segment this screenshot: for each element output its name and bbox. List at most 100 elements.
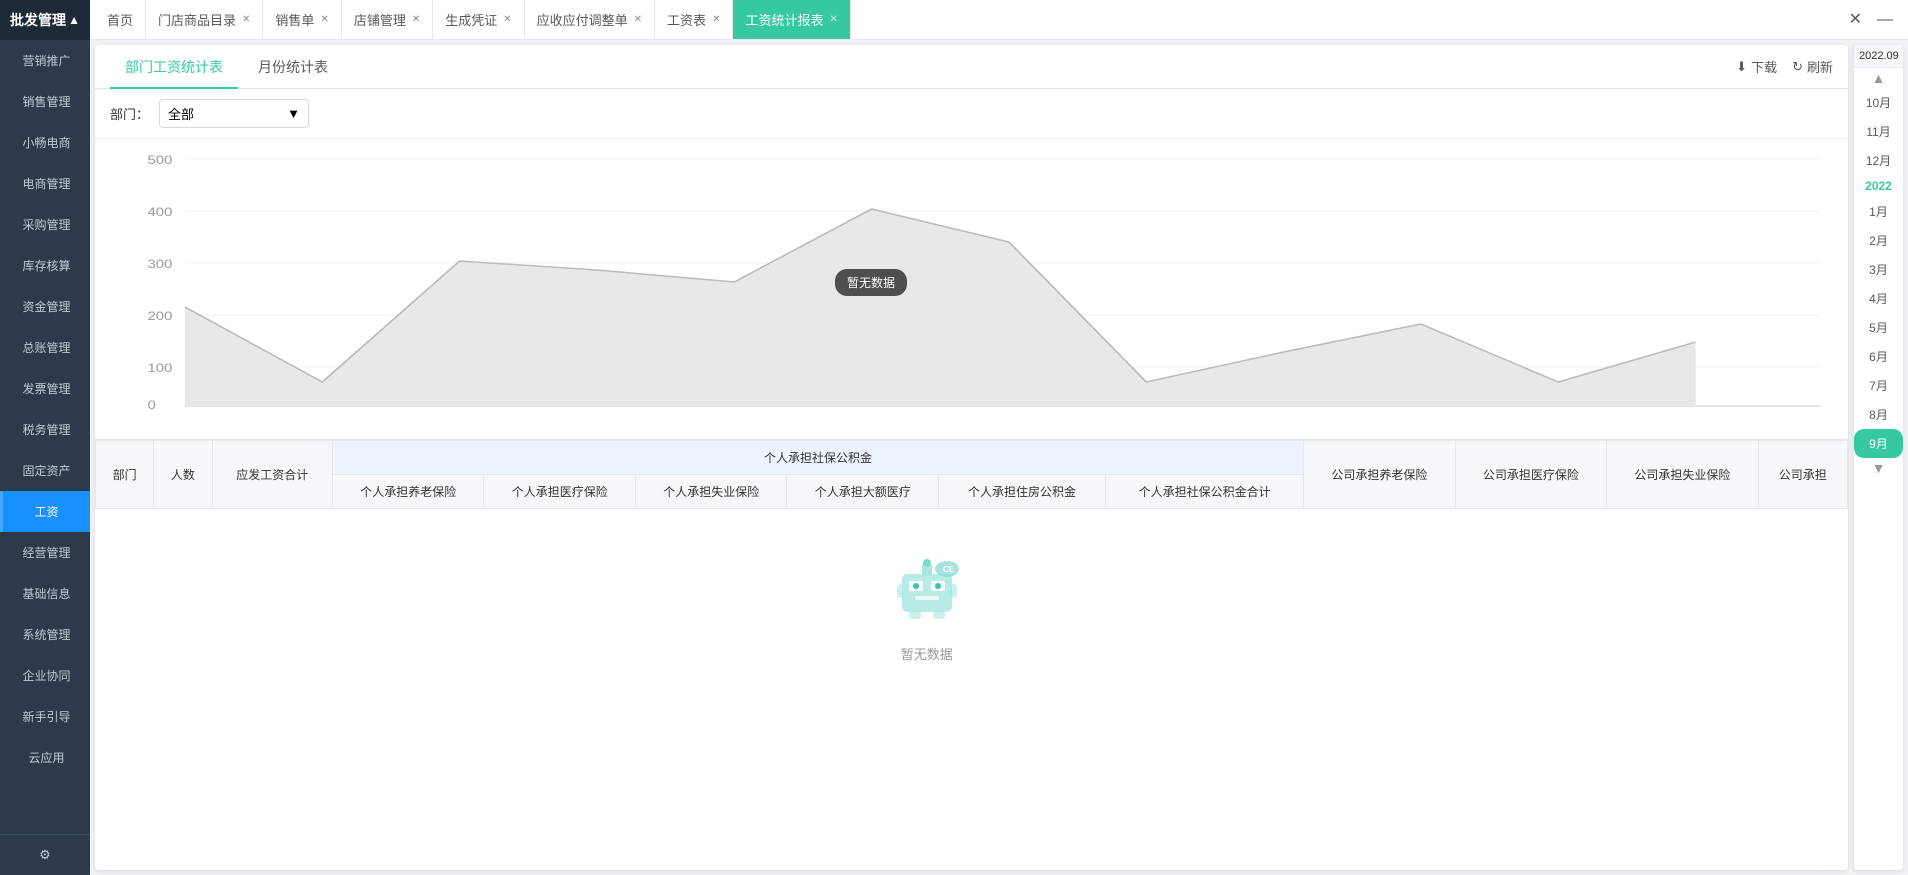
sidebar-item-salary[interactable]: 工资 (0, 491, 90, 532)
tab-salary-report[interactable]: 工资统计报表 ✕ (733, 0, 850, 40)
tab-dept-stat[interactable]: 部门工资统计表 (110, 45, 238, 89)
tab-controls: ✕ — (1844, 10, 1903, 30)
svg-text:300: 300 (147, 257, 172, 270)
month-aug[interactable]: 8月 (1854, 400, 1903, 429)
tab-sales-bill[interactable]: 销售单 ✕ (263, 0, 341, 40)
close-catalog-tab[interactable]: ✕ (242, 14, 250, 25)
sidebar-item-business[interactable]: 经营管理 (0, 532, 90, 573)
sidebar-item-ecommerce-small[interactable]: 小畅电商 (0, 122, 90, 163)
refresh-button[interactable]: ↻ 刷新 (1792, 57, 1833, 76)
month-sep[interactable]: 9月 (1854, 429, 1903, 458)
toolbar: 部门： 全部 ▼ (95, 89, 1848, 139)
close-shop-tab[interactable]: ✕ (412, 14, 420, 25)
main-panel: 部门工资统计表 月份统计表 ⬇ 下载 ↻ 刷新 (95, 45, 1848, 870)
tab-receivable[interactable]: 应收应付调整单 ✕ (525, 0, 655, 40)
chevron-down-icon: ▼ (287, 106, 300, 121)
col-dept: 部门 (96, 441, 154, 509)
month-selector-header: 2022.09 (1854, 45, 1903, 68)
col-personal-insurance-group: 个人承担社保公积金 (332, 441, 1303, 475)
month-feb[interactable]: 2月 (1854, 226, 1903, 255)
close-all-tabs-button[interactable]: ✕ (1844, 10, 1867, 30)
sidebar-item-cloud[interactable]: 云应用 (0, 737, 90, 778)
content-area: 部门工资统计表 月份统计表 ⬇ 下载 ↻ 刷新 (90, 40, 1908, 875)
month-nav-down[interactable]: ▼ (1869, 458, 1889, 478)
svg-text:0: 0 (147, 398, 156, 411)
close-salary-report-tab[interactable]: ✕ (829, 14, 837, 25)
sidebar-collapse-icon[interactable]: ▲ (68, 13, 80, 27)
month-selector: 2022.09 ▲ 10月 11月 12月 2022 1月 2月 3月 (1853, 45, 1903, 870)
sidebar-item-tax[interactable]: 税务管理 (0, 409, 90, 450)
month-jan[interactable]: 1月 (1854, 197, 1903, 226)
no-data-text: 暂无数据 (901, 644, 953, 663)
col-personal-housing-fund: 个人承担住房公积金 (938, 475, 1105, 509)
month-may[interactable]: 5月 (1854, 313, 1903, 342)
svg-text:400: 400 (147, 205, 172, 218)
tab-home[interactable]: 首页 (95, 0, 146, 40)
sidebar-item-coop[interactable]: 企业协同 (0, 655, 90, 696)
col-personal-medical: 个人承担医疗保险 (484, 475, 636, 509)
dept-select-value: 全部 (168, 104, 194, 123)
download-icon: ⬇ (1736, 59, 1747, 75)
sidebar-header: 批发管理 ▲ (0, 0, 90, 40)
month-oct[interactable]: 10月 (1854, 88, 1903, 117)
dept-select[interactable]: 全部 ▼ (159, 99, 309, 128)
col-company-pension: 公司承担养老保险 (1304, 441, 1456, 509)
sidebar-item-assets[interactable]: 固定资产 (0, 450, 90, 491)
svg-text:200: 200 (147, 309, 172, 322)
sidebar-item-ecommerce[interactable]: 电商管理 (0, 163, 90, 204)
tab-production[interactable]: 生成凭证 ✕ (433, 0, 524, 40)
month-mar[interactable]: 3月 (1854, 255, 1903, 284)
main-content: 首页 门店商品目录 ✕ 销售单 ✕ 店铺管理 ✕ 生成凭证 ✕ 应收应付调整单 … (90, 0, 1908, 875)
svg-text:CE: CE (943, 565, 955, 574)
sidebar-item-system[interactable]: 系统管理 (0, 614, 90, 655)
refresh-icon: ↻ (1792, 59, 1803, 75)
sidebar-item-basic[interactable]: 基础信息 (0, 573, 90, 614)
chart-area: 500 400 300 200 100 0 (95, 139, 1848, 439)
no-data-section: CE 暂无数据 (96, 509, 1759, 703)
sidebar-title: 批发管理 (10, 10, 66, 30)
month-apr[interactable]: 4月 (1854, 284, 1903, 313)
col-personal-unemployment: 个人承担失业保险 (635, 475, 787, 509)
sidebar-item-sales[interactable]: 销售管理 (0, 81, 90, 122)
month-jun[interactable]: 6月 (1854, 342, 1903, 371)
month-dec[interactable]: 12月 (1854, 146, 1903, 175)
download-button[interactable]: ⬇ 下载 (1736, 57, 1777, 76)
sidebar-item-guide[interactable]: 新手引导 (0, 696, 90, 737)
table-area[interactable]: 部门 人数 应发工资合计 个人承担社保公积金 公司承担养老保险 公司承担医疗保险… (95, 439, 1848, 870)
sidebar-item-marketing[interactable]: 营销推广 (0, 40, 90, 81)
settings-icon: ⚙ (39, 847, 51, 862)
close-production-tab[interactable]: ✕ (503, 14, 511, 25)
col-personal-major-medical: 个人承担大额医疗 (787, 475, 939, 509)
sidebar-item-inventory[interactable]: 库存核算 (0, 245, 90, 286)
top-tab-bar: 首页 门店商品目录 ✕ 销售单 ✕ 店铺管理 ✕ 生成凭证 ✕ 应收应付调整单 … (90, 0, 1908, 40)
tab-shop-manage[interactable]: 店铺管理 ✕ (342, 0, 433, 40)
sidebar: 批发管理 ▲ 营销推广 销售管理 小畅电商 电商管理 采购管理 库存核算 资金管… (0, 0, 90, 875)
close-salary-table-tab[interactable]: ✕ (712, 14, 720, 25)
close-sales-tab[interactable]: ✕ (320, 14, 328, 25)
col-company-other: 公司承担 (1758, 441, 1847, 509)
col-personal-total: 个人承担社保公积金合计 (1106, 475, 1304, 509)
month-jul[interactable]: 7月 (1854, 371, 1903, 400)
close-receivable-tab[interactable]: ✕ (634, 14, 642, 25)
tab-catalog[interactable]: 门店商品目录 ✕ (146, 0, 263, 40)
minimize-tabs-button[interactable]: — (1872, 10, 1898, 30)
salary-table: 部门 人数 应发工资合计 个人承担社保公积金 公司承担养老保险 公司承担医疗保险… (95, 440, 1848, 703)
col-personal-pension: 个人承担养老保险 (332, 475, 484, 509)
month-nov[interactable]: 11月 (1854, 117, 1903, 146)
col-company-unemployment: 公司承担失业保险 (1607, 441, 1759, 509)
settings-button[interactable]: ⚙ (0, 834, 90, 875)
salary-chart: 500 400 300 200 100 0 (110, 154, 1833, 414)
year-2022[interactable]: 2022 (1854, 175, 1903, 197)
table-row: CE 暂无数据 (96, 509, 1848, 704)
svg-text:100: 100 (147, 361, 172, 374)
col-company-medical: 公司承担医疗保险 (1455, 441, 1607, 509)
sub-tab-bar: 部门工资统计表 月份统计表 ⬇ 下载 ↻ 刷新 (95, 45, 1848, 89)
month-nav-up[interactable]: ▲ (1869, 68, 1889, 88)
col-total-salary: 应发工资合计 (212, 441, 332, 509)
tab-salary-table[interactable]: 工资表 ✕ (655, 0, 733, 40)
tab-month-stat[interactable]: 月份统计表 (243, 45, 343, 89)
sidebar-item-ledger[interactable]: 总账管理 (0, 327, 90, 368)
sidebar-item-invoice[interactable]: 发票管理 (0, 368, 90, 409)
sidebar-item-purchase[interactable]: 采购管理 (0, 204, 90, 245)
sidebar-item-finance[interactable]: 资金管理 (0, 286, 90, 327)
